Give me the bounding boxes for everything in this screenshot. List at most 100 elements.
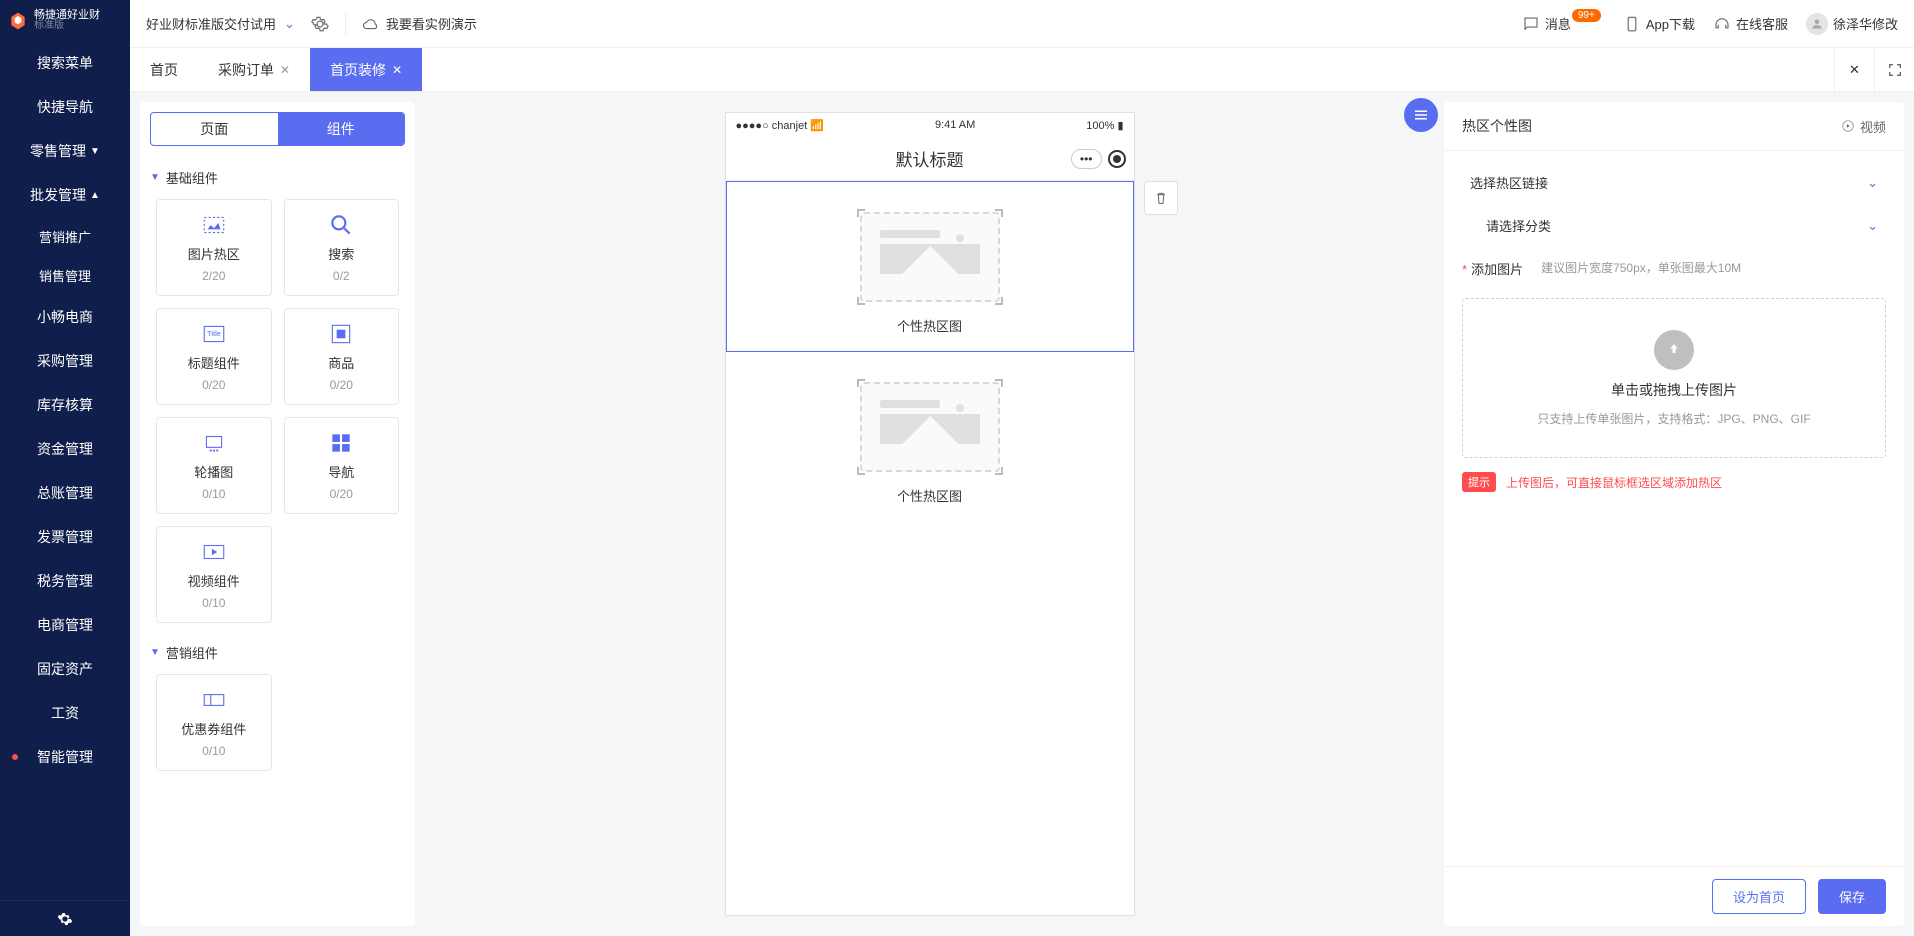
nav-wholesale[interactable]: 批发管理▲ [0, 173, 130, 217]
image-hotspot-icon [201, 212, 227, 238]
close-icon[interactable]: ✕ [280, 63, 290, 77]
avatar-icon [1806, 13, 1828, 35]
card-carousel[interactable]: 轮播图0/10 [156, 417, 272, 514]
canvas-block-2[interactable]: 个性热区图 [726, 352, 1134, 521]
demo-link[interactable]: 我要看实例演示 [362, 14, 477, 33]
svg-text:Title: Title [207, 329, 221, 338]
tabs-close-all[interactable]: ✕ [1834, 48, 1874, 92]
nav-marketing[interactable]: 营销推广 [0, 217, 130, 256]
video-icon [201, 539, 227, 565]
nav-ecommerce[interactable]: 电商管理 [0, 603, 130, 647]
set-home-button[interactable]: 设为首页 [1712, 879, 1806, 914]
close-icon[interactable]: ✕ [392, 63, 402, 77]
sidebar-footer [0, 900, 130, 936]
tip-text: 上传图后，可直接鼠标框选区域添加热区 [1506, 474, 1722, 491]
fullscreen-button[interactable] [1874, 48, 1914, 92]
chevron-down-icon: ⌄ [284, 16, 295, 32]
canvas-block-1[interactable]: 个性热区图 [726, 181, 1134, 352]
settings-icon[interactable] [57, 911, 73, 927]
tab-home[interactable]: 首页 [130, 48, 198, 91]
phone-status-bar: ●●●●○ chanjet 📶 9:41 AM 100% ▮ [726, 113, 1134, 137]
props-title: 热区个性图 [1462, 116, 1532, 136]
upload-icon [1654, 330, 1694, 370]
nav-retail[interactable]: 零售管理▼ [0, 129, 130, 173]
seg-components[interactable]: 组件 [278, 113, 405, 145]
group-marketing-header[interactable]: ▼营销组件 [150, 635, 405, 670]
select-category[interactable]: 请选择分类⌄ [1462, 204, 1886, 247]
upload-dropzone[interactable]: 单击或拖拽上传图片 只支持上传单张图片，支持格式：JPG、PNG、GIF [1462, 298, 1886, 458]
card-search[interactable]: 搜索0/2 [284, 199, 400, 296]
phone-icon [1623, 15, 1641, 33]
card-image-hotspot[interactable]: 图片热区2/20 [156, 199, 272, 296]
coupon-icon [201, 687, 227, 713]
nav-sales[interactable]: 销售管理 [0, 256, 130, 295]
card-coupon[interactable]: 优惠券组件0/10 [156, 674, 272, 771]
nav-quick-nav[interactable]: 快捷导航 [0, 85, 130, 129]
nav-funds[interactable]: 资金管理 [0, 427, 130, 471]
group-basic-header[interactable]: ▼基础组件 [150, 160, 405, 195]
add-image-hint: 建议图片宽度750px，单张图最大10M [1541, 259, 1741, 276]
gear-icon[interactable] [311, 15, 329, 33]
phone-title-bar: 默认标题 ••• [726, 137, 1134, 181]
customer-service-button[interactable]: 在线客服 [1713, 14, 1788, 33]
trash-icon [1153, 190, 1169, 206]
messages-button[interactable]: 消息 99+ [1522, 14, 1605, 33]
status-time: 9:41 AM [935, 119, 975, 131]
battery-icon: ▮ [1117, 120, 1123, 132]
nav-ledger[interactable]: 总账管理 [0, 471, 130, 515]
tip-badge: 提示 [1462, 472, 1496, 492]
edition-label: 标准版 [34, 21, 100, 31]
tabs-bar: 首页 采购订单✕ 首页装修✕ ✕ [130, 48, 1914, 92]
video-help-link[interactable]: 视频 [1841, 117, 1886, 136]
save-button[interactable]: 保存 [1818, 879, 1886, 914]
logo: 畅捷通好业财 标准版 [0, 0, 130, 41]
select-hotspot-link[interactable]: 选择热区链接⌄ [1462, 161, 1886, 204]
phone-preview: ●●●●○ chanjet 📶 9:41 AM 100% ▮ 默认标题 ••• [725, 112, 1135, 916]
title-icon: Title [201, 321, 227, 347]
wifi-icon: 📶 [810, 120, 824, 132]
page-component-segment: 页面 组件 [150, 112, 405, 146]
nav-ecommerce-xc[interactable]: 小畅电商 [0, 295, 130, 339]
nav-salary[interactable]: 工资 [0, 691, 130, 735]
app-download-button[interactable]: App下载 [1623, 14, 1695, 33]
trial-selector[interactable]: 好业财标准版交付试用 ⌄ [146, 14, 295, 33]
target-icon[interactable] [1108, 150, 1126, 168]
components-panel: 页面 组件 ▼基础组件 图片热区2/20 搜索0/2 Title标题组件0/20… [140, 102, 415, 926]
chat-icon [1522, 15, 1540, 33]
search-icon [328, 212, 354, 238]
tab-home-decorate[interactable]: 首页装修✕ [310, 48, 422, 91]
nav-tax[interactable]: 税务管理 [0, 559, 130, 603]
nav-search-menu[interactable]: 搜索菜单 [0, 41, 130, 85]
carousel-icon [201, 430, 227, 456]
delete-block-button[interactable] [1144, 181, 1178, 215]
chevron-down-icon: ⌄ [1867, 218, 1878, 234]
seg-page[interactable]: 页面 [151, 113, 278, 145]
brand-logo-icon [8, 11, 28, 31]
nav-invoice[interactable]: 发票管理 [0, 515, 130, 559]
caret-down-icon: ▼ [150, 172, 160, 183]
more-icon[interactable]: ••• [1071, 149, 1102, 169]
nav-inventory[interactable]: 库存核算 [0, 383, 130, 427]
grid-icon [328, 430, 354, 456]
tab-purchase-order[interactable]: 采购订单✕ [198, 48, 310, 91]
menu-fab[interactable] [1404, 98, 1438, 132]
card-title[interactable]: Title标题组件0/20 [156, 308, 272, 405]
image-placeholder-icon [860, 212, 1000, 302]
nav-ai[interactable]: 智能管理 [0, 735, 130, 779]
image-placeholder-icon [860, 382, 1000, 472]
canvas-area: ●●●●○ chanjet 📶 9:41 AM 100% ▮ 默认标题 ••• [415, 92, 1444, 936]
card-product[interactable]: 商品0/20 [284, 308, 400, 405]
card-nav[interactable]: 导航0/20 [284, 417, 400, 514]
properties-panel: 热区个性图 视频 选择热区链接⌄ 请选择分类⌄ *添加图片 建议图片宽度750p… [1444, 102, 1904, 926]
nav-fixed-assets[interactable]: 固定资产 [0, 647, 130, 691]
caret-down-icon: ▼ [150, 647, 160, 658]
left-sidebar: 畅捷通好业财 标准版 搜索菜单 快捷导航 零售管理▼ 批发管理▲ 营销推广 销售… [0, 0, 130, 936]
chevron-down-icon: ⌄ [1867, 175, 1878, 191]
header: 好业财标准版交付试用 ⌄ 我要看实例演示 消息 99+ App下载 [130, 0, 1914, 48]
cloud-icon [362, 15, 380, 33]
card-video[interactable]: 视频组件0/10 [156, 526, 272, 623]
add-image-label: 添加图片 [1471, 262, 1523, 277]
nav-purchase[interactable]: 采购管理 [0, 339, 130, 383]
headset-icon [1713, 15, 1731, 33]
user-menu[interactable]: 徐泽华修改 [1806, 13, 1898, 35]
